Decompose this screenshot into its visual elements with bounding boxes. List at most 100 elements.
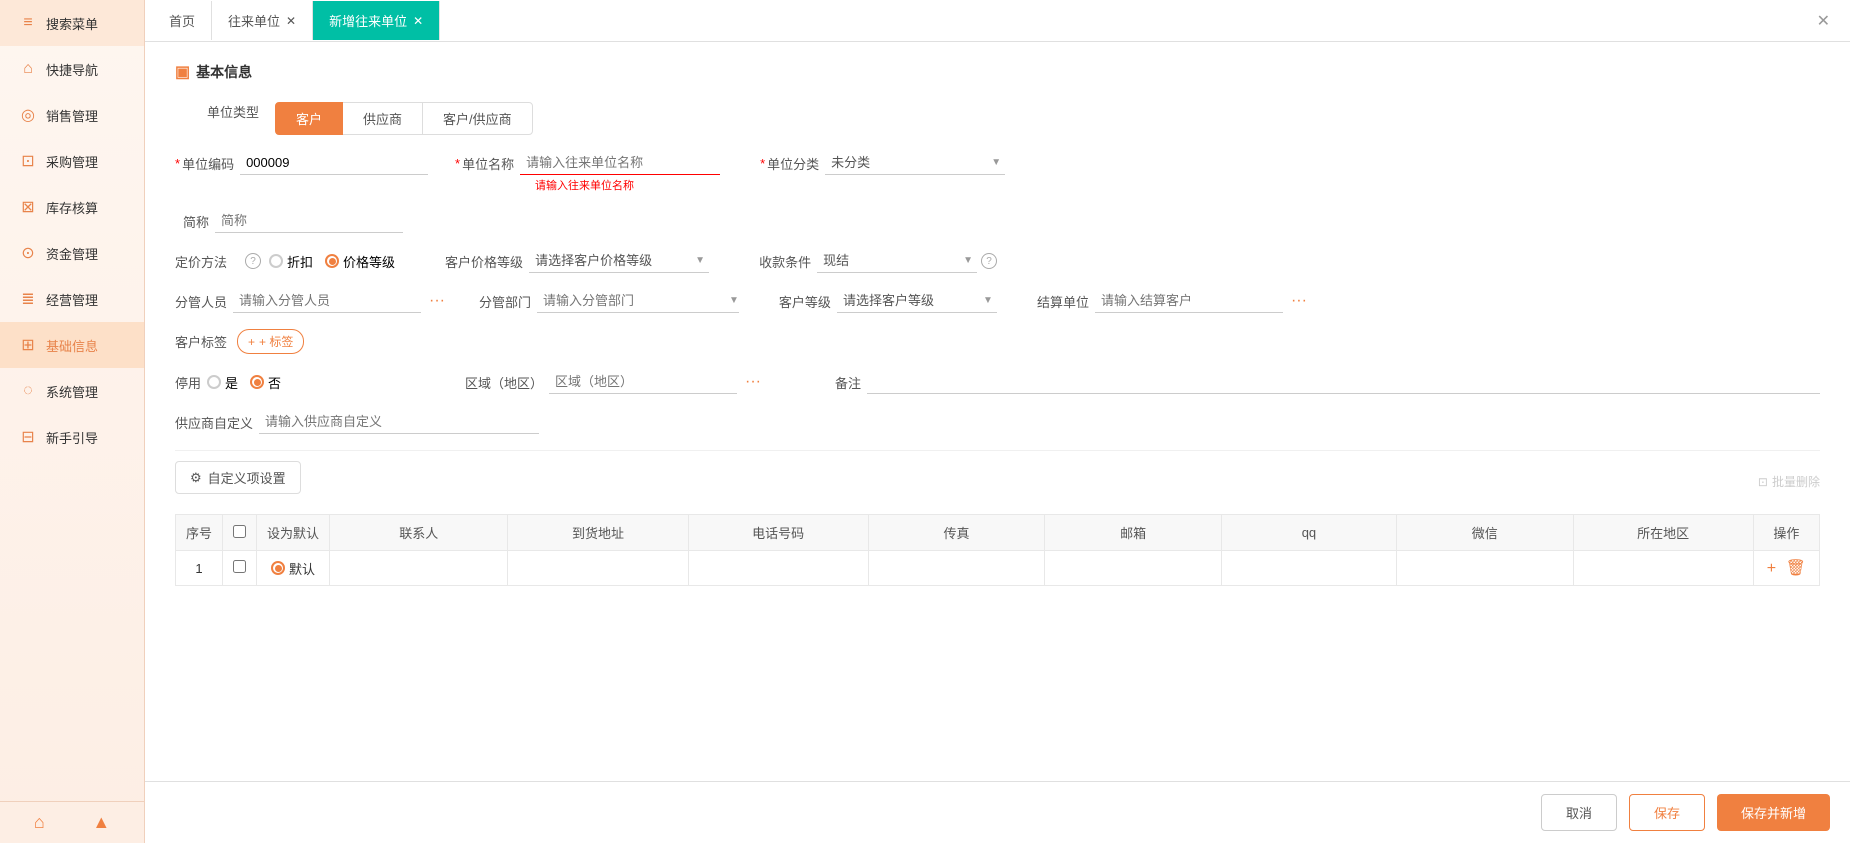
tab-new-partner[interactable]: 新增往来单位 ✕	[313, 1, 440, 40]
sidebar-item-sales[interactable]: ◎ 销售管理	[0, 92, 144, 138]
col-email: 邮箱	[1045, 515, 1222, 551]
cell-contact[interactable]	[330, 551, 508, 586]
unit-type-row: 单位类型 客户 供应商 客户/供应商	[175, 102, 1820, 135]
tabs-bar: 首页 往来单位 ✕ 新增往来单位 ✕ ✕	[145, 0, 1850, 42]
custom-settings-btn[interactable]: ⚙ 自定义项设置	[175, 461, 301, 494]
unit-category-select[interactable]: 未分类	[825, 151, 1005, 174]
guide-icon: ⊟	[18, 427, 38, 447]
cell-location[interactable]	[1573, 551, 1753, 586]
disabled-label: 停用	[175, 373, 201, 392]
add-row-btn[interactable]: +	[1764, 560, 1779, 578]
form-footer: 取消 保存 保存并新增	[145, 781, 1850, 843]
sidebar-item-quick-nav[interactable]: ⌂ 快捷导航	[0, 46, 144, 92]
payment-terms-label: 收款条件	[759, 252, 811, 271]
cell-address[interactable]	[508, 551, 688, 586]
type-btn-both[interactable]: 客户/供应商	[422, 102, 533, 135]
tab-home[interactable]: 首页	[153, 1, 212, 40]
type-btn-supplier[interactable]: 供应商	[343, 102, 422, 135]
operations-icon: ≣	[18, 289, 38, 309]
cell-default: 默认	[257, 551, 330, 586]
unit-name-error: 请输入往来单位名称	[535, 177, 634, 193]
row-pricing: 定价方法 ? 折扣 价格等级 客户价格等级	[175, 249, 1820, 273]
save-button[interactable]: 保存	[1629, 794, 1705, 831]
close-partner-list-tab[interactable]: ✕	[286, 14, 296, 28]
settlement-more-btn[interactable]: ···	[1287, 292, 1311, 310]
row-checkbox[interactable]	[233, 560, 246, 573]
department-input[interactable]	[537, 289, 725, 312]
region-more-btn[interactable]: ···	[741, 373, 765, 391]
sales-icon: ◎	[18, 105, 38, 125]
cell-seq: 1	[176, 551, 223, 586]
table-header-row: 序号 设为默认 联系人 到货地址 电话号码 传真 邮箱 qq 微信 所在地区 操…	[176, 515, 1820, 551]
settlement-unit-label: 结算单位	[1037, 292, 1089, 311]
close-all-tabs[interactable]: ✕	[1805, 11, 1842, 31]
supplier-custom-input[interactable]	[259, 410, 539, 434]
sidebar-item-search[interactable]: ≡ 搜索菜单	[0, 0, 144, 46]
manager-input[interactable]	[233, 289, 421, 313]
region-input[interactable]	[549, 370, 737, 394]
sidebar-bottom: ⌂ ▲	[0, 801, 144, 843]
sidebar-item-operations[interactable]: ≣ 经营管理	[0, 276, 144, 322]
unit-code-field: * 单位编码	[175, 151, 435, 175]
col-checkbox	[223, 515, 257, 551]
add-tag-btn[interactable]: + + 标签	[237, 329, 304, 354]
tab-partner-list[interactable]: 往来单位 ✕	[212, 1, 313, 40]
default-radio[interactable]: 默认	[267, 559, 319, 578]
close-new-partner-tab[interactable]: ✕	[413, 14, 423, 28]
pricing-method-help[interactable]: ?	[245, 253, 261, 269]
home-icon: ⌂	[18, 59, 38, 79]
save-new-button[interactable]: 保存并新增	[1717, 794, 1830, 831]
remarks-input[interactable]	[867, 370, 1820, 394]
region-label: 区域（地区）	[465, 373, 543, 392]
cell-wechat[interactable]	[1396, 551, 1573, 586]
col-phone: 电话号码	[688, 515, 868, 551]
radio-discount[interactable]: 折扣	[269, 252, 313, 271]
col-action: 操作	[1753, 515, 1819, 551]
cell-phone[interactable]	[688, 551, 868, 586]
radio-yes[interactable]: 是	[207, 373, 238, 392]
inventory-icon: ⊠	[18, 197, 38, 217]
radio-price-level[interactable]: 价格等级	[325, 252, 395, 271]
cell-email[interactable]	[1045, 551, 1222, 586]
customer-price-level-select[interactable]: 请选择客户价格等级	[529, 249, 709, 272]
unit-name-input[interactable]	[520, 151, 720, 175]
search-menu-icon: ≡	[18, 13, 38, 33]
sidebar-item-guide[interactable]: ⊟ 新手引导	[0, 414, 144, 460]
manager-more-btn[interactable]: ···	[425, 292, 449, 310]
cancel-button[interactable]: 取消	[1541, 794, 1617, 831]
base-info-icon: ⊞	[18, 335, 38, 355]
cell-actions: + 🗑	[1753, 551, 1819, 586]
payment-terms-select[interactable]: 现结	[817, 249, 977, 272]
sidebar-item-finance[interactable]: ⊙ 资金管理	[0, 230, 144, 276]
supplier-custom-label: 供应商自定义	[175, 413, 253, 432]
radio-no[interactable]: 否	[250, 373, 281, 392]
type-btn-customer[interactable]: 客户	[275, 102, 343, 135]
remarks-field: 备注	[835, 370, 1820, 394]
tags-label: 客户标签	[175, 332, 227, 351]
col-fax: 传真	[868, 515, 1045, 551]
sidebar-bottom-icon1[interactable]: ⌂	[34, 812, 45, 833]
sidebar-bottom-icon2[interactable]: ▲	[92, 812, 110, 833]
disabled-field: 停用 是 否	[175, 373, 395, 392]
section-header: ▣ 基本信息	[175, 62, 1820, 82]
contacts-table: 序号 设为默认 联系人 到货地址 电话号码 传真 邮箱 qq 微信 所在地区 操…	[175, 514, 1820, 586]
unit-code-input[interactable]	[240, 151, 428, 175]
sidebar-item-base-info[interactable]: ⊞ 基础信息	[0, 322, 144, 368]
sidebar-item-inventory[interactable]: ⊠ 库存核算	[0, 184, 144, 230]
pricing-method-label: 定价方法	[175, 252, 227, 271]
unit-category-field: * 单位分类 未分类 ▼	[760, 151, 1005, 175]
col-address: 到货地址	[508, 515, 688, 551]
settlement-unit-input[interactable]	[1095, 289, 1283, 313]
short-name-input[interactable]	[215, 209, 403, 233]
dept-arrow: ▼	[729, 295, 739, 306]
delete-row-btn[interactable]: 🗑	[1783, 558, 1809, 578]
cell-fax[interactable]	[868, 551, 1045, 586]
sidebar: ≡ 搜索菜单 ⌂ 快捷导航 ◎ 销售管理 ⊡ 采购管理 ⊠ 库存核算 ⊙ 资金管…	[0, 0, 145, 843]
customer-level-select[interactable]: 请选择客户等级	[837, 289, 997, 312]
batch-delete[interactable]: ⊡ 批量删除	[1758, 473, 1820, 490]
select-all-checkbox[interactable]	[233, 525, 246, 538]
cell-qq[interactable]	[1221, 551, 1396, 586]
sidebar-item-system[interactable]: ◌ 系统管理	[0, 368, 144, 414]
sidebar-item-purchase[interactable]: ⊡ 采购管理	[0, 138, 144, 184]
payment-terms-help[interactable]: ?	[981, 253, 997, 269]
